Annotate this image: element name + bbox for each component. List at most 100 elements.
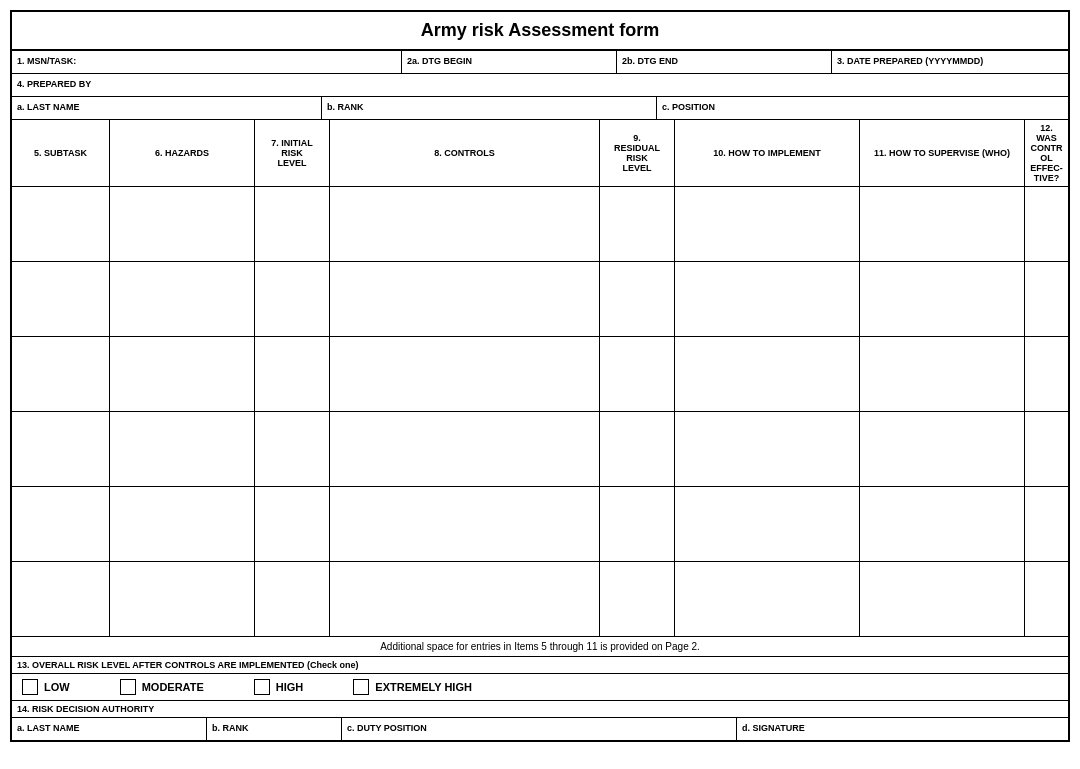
col-header-subtask: 5. SUBTASK xyxy=(12,120,110,186)
dtgend-cell: 2b. DTG END xyxy=(617,51,832,73)
table-row xyxy=(12,562,1068,637)
data-effective-6 xyxy=(1025,562,1068,636)
data-hazards-1 xyxy=(110,187,255,261)
bottom-row: a. LAST NAME b. RANK c. DUTY POSITION d.… xyxy=(12,718,1068,740)
implement-header-label: 10. HOW TO IMPLEMENT xyxy=(713,148,820,158)
additional-space-note: Additional space for entries in Items 5 … xyxy=(12,637,1068,657)
position-label: c. POSITION xyxy=(662,102,715,112)
col-header-initial: 7. INITIALRISKLEVEL xyxy=(255,120,330,186)
lastname-label: a. LAST NAME xyxy=(17,102,80,112)
msntask-row: 1. MSN/TASK: 2a. DTG BEGIN 2b. DTG END 3… xyxy=(12,51,1068,74)
risk-option-low[interactable]: LOW xyxy=(22,679,70,695)
data-residual-3 xyxy=(600,337,675,411)
hazards-header-label: 6. HAZARDS xyxy=(155,148,209,158)
data-supervise-5 xyxy=(860,487,1025,561)
data-supervise-4 xyxy=(860,412,1025,486)
data-controls-2 xyxy=(330,262,600,336)
column-header-row: 5. SUBTASK 6. HAZARDS 7. INITIALRISKLEVE… xyxy=(12,120,1068,187)
data-effective-1 xyxy=(1025,187,1068,261)
msntask-cell: 1. MSN/TASK: xyxy=(12,51,402,73)
data-effective-5 xyxy=(1025,487,1068,561)
risk-moderate-label: MODERATE xyxy=(142,681,204,693)
data-initial-3 xyxy=(255,337,330,411)
checkbox-moderate[interactable] xyxy=(120,679,136,695)
data-subtask-6 xyxy=(12,562,110,636)
preparedby-label: 4. PREPARED BY xyxy=(17,79,91,89)
data-subtask-3 xyxy=(12,337,110,411)
data-residual-4 xyxy=(600,412,675,486)
risk-option-high[interactable]: HIGH xyxy=(254,679,304,695)
bottom-rank-label: b. RANK xyxy=(212,723,249,733)
col-header-effective: 12.WASCONTROLEFFEC-TIVE? xyxy=(1025,120,1068,186)
checkbox-high[interactable] xyxy=(254,679,270,695)
preparedby-cell: 4. PREPARED BY xyxy=(12,74,1068,96)
overall-risk-label: 13. OVERALL RISK LEVEL AFTER CONTROLS AR… xyxy=(12,657,1068,674)
data-supervise-6 xyxy=(860,562,1025,636)
data-residual-5 xyxy=(600,487,675,561)
dtgbegin-cell: 2a. DTG BEGIN xyxy=(402,51,617,73)
risk-decision-label: 14. RISK DECISION AUTHORITY xyxy=(12,701,1068,718)
preparedby-row: 4. PREPARED BY xyxy=(12,74,1068,97)
risk-option-moderate[interactable]: MODERATE xyxy=(120,679,204,695)
data-subtask-1 xyxy=(12,187,110,261)
data-initial-1 xyxy=(255,187,330,261)
data-residual-1 xyxy=(600,187,675,261)
data-controls-6 xyxy=(330,562,600,636)
data-implement-5 xyxy=(675,487,860,561)
data-controls-4 xyxy=(330,412,600,486)
data-hazards-3 xyxy=(110,337,255,411)
bottom-lastname-label: a. LAST NAME xyxy=(17,723,80,733)
data-supervise-3 xyxy=(860,337,1025,411)
effective-header-label: 12.WASCONTROLEFFEC-TIVE? xyxy=(1030,123,1063,183)
col-header-residual: 9.RESIDUALRISKLEVEL xyxy=(600,120,675,186)
data-implement-1 xyxy=(675,187,860,261)
residual-header-label: 9.RESIDUALRISKLEVEL xyxy=(614,133,660,173)
data-initial-5 xyxy=(255,487,330,561)
risk-option-extremely-high[interactable]: EXTREMELY HIGH xyxy=(353,679,472,695)
data-subtask-4 xyxy=(12,412,110,486)
bottom-lastname-cell: a. LAST NAME xyxy=(12,718,207,740)
table-row xyxy=(12,187,1068,262)
bottom-duty-cell: c. DUTY POSITION xyxy=(342,718,737,740)
data-hazards-4 xyxy=(110,412,255,486)
bottom-rank-cell: b. RANK xyxy=(207,718,342,740)
supervise-header-label: 11. HOW TO SUPERVISE (WHO) xyxy=(874,148,1010,158)
position-cell: c. POSITION xyxy=(657,97,1068,119)
table-row xyxy=(12,337,1068,412)
table-row xyxy=(12,487,1068,562)
data-controls-3 xyxy=(330,337,600,411)
data-residual-6 xyxy=(600,562,675,636)
data-implement-4 xyxy=(675,412,860,486)
bottom-sig-cell: d. SIGNATURE xyxy=(737,718,1068,740)
msntask-label: 1. MSN/TASK: xyxy=(17,56,76,66)
data-residual-2 xyxy=(600,262,675,336)
data-controls-5 xyxy=(330,487,600,561)
bottom-duty-label: c. DUTY POSITION xyxy=(347,723,427,733)
table-row xyxy=(12,262,1068,337)
data-initial-6 xyxy=(255,562,330,636)
risk-checkboxes-row: LOW MODERATE HIGH EXTREMELY HIGH xyxy=(12,674,1068,701)
dtgend-label: 2b. DTG END xyxy=(622,56,678,66)
col-header-controls: 8. CONTROLS xyxy=(330,120,600,186)
risk-high-label: HIGH xyxy=(276,681,304,693)
data-hazards-6 xyxy=(110,562,255,636)
form-title: Army risk Assessment form xyxy=(12,12,1068,51)
col-header-hazards: 6. HAZARDS xyxy=(110,120,255,186)
checkbox-extremely-high[interactable] xyxy=(353,679,369,695)
data-supervise-1 xyxy=(860,187,1025,261)
data-subtask-2 xyxy=(12,262,110,336)
dateprepared-cell: 3. DATE PREPARED (YYYYMMDD) xyxy=(832,51,1068,73)
lastname-cell: a. LAST NAME xyxy=(12,97,322,119)
rank-label: b. RANK xyxy=(327,102,364,112)
risk-extremely-high-label: EXTREMELY HIGH xyxy=(375,681,472,693)
table-row xyxy=(12,412,1068,487)
army-risk-assessment-form: Army risk Assessment form 1. MSN/TASK: 2… xyxy=(10,10,1070,742)
name-row: a. LAST NAME b. RANK c. POSITION xyxy=(12,97,1068,120)
subtask-header-label: 5. SUBTASK xyxy=(34,148,87,158)
data-controls-1 xyxy=(330,187,600,261)
data-effective-4 xyxy=(1025,412,1068,486)
data-initial-2 xyxy=(255,262,330,336)
dateprepared-label: 3. DATE PREPARED (YYYYMMDD) xyxy=(837,56,983,66)
checkbox-low[interactable] xyxy=(22,679,38,695)
dtgbegin-label: 2a. DTG BEGIN xyxy=(407,56,472,66)
